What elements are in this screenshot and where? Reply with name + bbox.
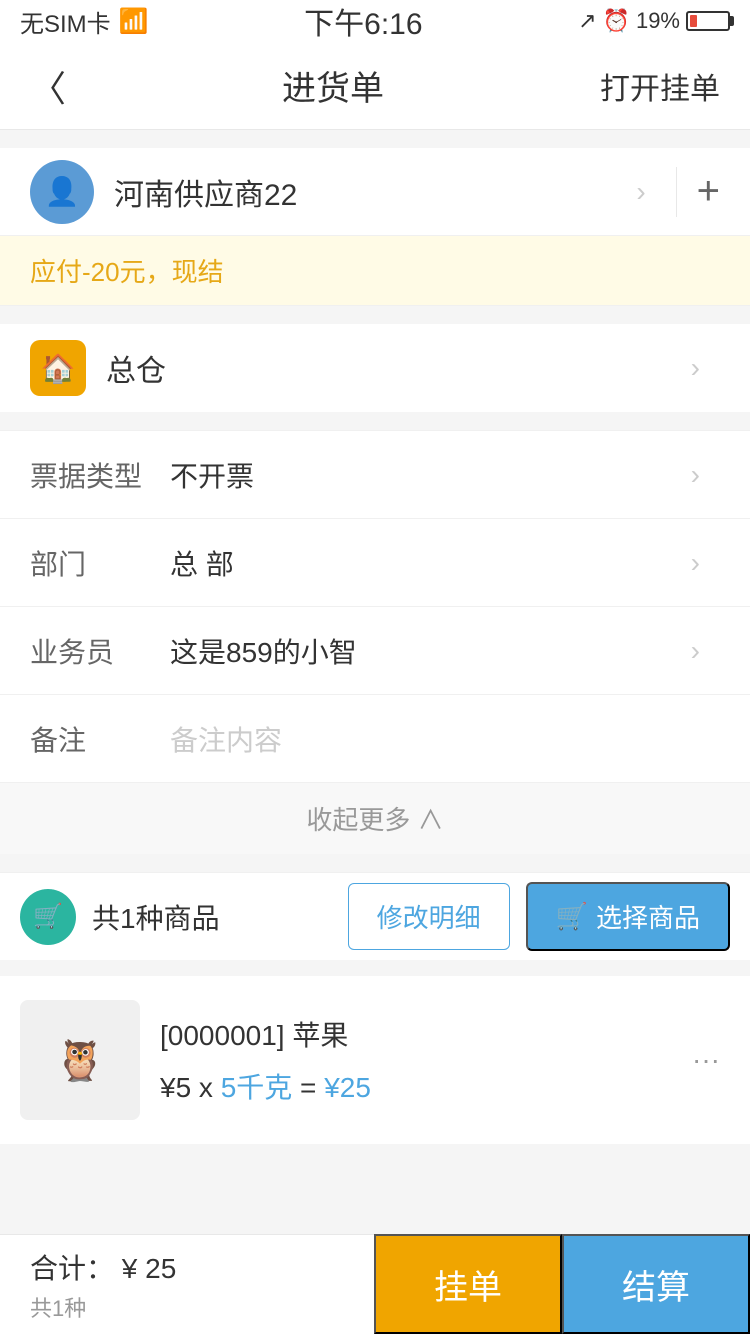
gap-1	[0, 130, 750, 148]
carrier-text: 无SIM卡	[20, 4, 111, 39]
status-bar: 无SIM卡 📶 下午6:16 ↗ ⏰ 19%	[0, 0, 750, 42]
modify-detail-button[interactable]: 修改明细	[348, 883, 510, 950]
total-amount: ¥ 25	[122, 1253, 177, 1284]
invoice-label: 票据类型	[30, 455, 170, 495]
equals-sign: =	[292, 1072, 324, 1103]
supplier-card: 👤 河南供应商22 › + 应付-20元，现结	[0, 148, 750, 306]
form-card: 票据类型 不开票 › 部门 总 部 › 业务员 这是859的小智 › 备注 备注…	[0, 430, 750, 782]
invoice-row[interactable]: 票据类型 不开票 ›	[0, 430, 750, 518]
warehouse-name: 总仓	[106, 346, 691, 390]
product-more-button[interactable]: ···	[682, 1034, 730, 1086]
battery-icon	[686, 11, 730, 31]
department-row[interactable]: 部门 总 部 ›	[0, 518, 750, 606]
product-info: [0000001] 苹果 ¥5 x 5千克 = ¥25	[160, 1014, 682, 1106]
vertical-divider	[676, 167, 677, 217]
house-icon: 🏠	[41, 352, 76, 385]
invoice-value: 不开票	[170, 455, 691, 495]
hang-button[interactable]: 挂单	[374, 1234, 562, 1334]
supplier-chevron-icon: ›	[636, 176, 645, 208]
unit-price: ¥5 x	[160, 1072, 221, 1103]
collapse-bar[interactable]: 收起更多 ∧	[0, 782, 750, 854]
product-item: 🦉 [0000001] 苹果 ¥5 x 5千克 = ¥25 ···	[0, 960, 750, 1144]
total-sub: 共1种	[30, 1291, 344, 1323]
page-title: 进货单	[282, 61, 384, 110]
warehouse-card: 🏠 总仓 ›	[0, 324, 750, 412]
department-chevron-icon: ›	[691, 547, 700, 579]
alarm-icon: ⏰	[603, 8, 630, 34]
product-thumbnail: 🦉	[20, 1000, 140, 1120]
products-icon: 🛒	[20, 889, 76, 945]
staff-label: 业务员	[30, 631, 170, 671]
gap-2	[0, 306, 750, 324]
supplier-avatar: 👤	[30, 160, 94, 224]
battery-percent: 19%	[636, 8, 680, 34]
product-price-row: ¥5 x 5千克 = ¥25	[160, 1066, 682, 1106]
owl-icon: 🦉	[55, 1037, 105, 1084]
product-name: [0000001] 苹果	[160, 1014, 682, 1054]
status-left: 无SIM卡 📶	[20, 4, 149, 39]
notice-text: 应付-20元，现结	[30, 257, 224, 287]
status-right: ↗ ⏰ 19%	[578, 8, 730, 34]
footer-total: 合计： ¥ 25 共1种	[0, 1234, 374, 1334]
notice-bar: 应付-20元，现结	[0, 236, 750, 306]
products-header: 🛒 共1种商品 修改明细 🛒 选择商品	[0, 872, 750, 960]
staff-row[interactable]: 业务员 这是859的小智 ›	[0, 606, 750, 694]
warehouse-chevron-icon: ›	[691, 352, 700, 384]
remark-label: 备注	[30, 719, 170, 759]
footer: 合计： ¥ 25 共1种 挂单 结算	[0, 1234, 750, 1334]
wifi-icon: 📶	[119, 7, 149, 36]
location-icon: ↗	[578, 8, 596, 34]
staff-chevron-icon: ›	[691, 635, 700, 667]
warehouse-row[interactable]: 🏠 总仓 ›	[0, 324, 750, 412]
gap-3	[0, 412, 750, 430]
total-label: 合计：	[30, 1253, 114, 1284]
collapse-label: 收起更多 ∧	[306, 800, 443, 837]
remark-row[interactable]: 备注 备注内容	[0, 694, 750, 782]
staff-value: 这是859的小智	[170, 631, 691, 671]
cart-icon: 🛒	[33, 902, 63, 931]
open-hang-button[interactable]: 打开挂单	[600, 64, 720, 108]
quantity: 5千克	[221, 1072, 293, 1103]
avatar-icon: 👤	[45, 175, 80, 208]
remark-input[interactable]: 备注内容	[170, 719, 720, 759]
department-value: 总 部	[170, 543, 691, 583]
select-product-icon: 🛒	[556, 901, 588, 932]
invoice-chevron-icon: ›	[691, 459, 700, 491]
supplier-row[interactable]: 👤 河南供应商22 › +	[0, 148, 750, 236]
select-product-label: 选择商品	[596, 898, 700, 935]
products-count: 共1种商品	[92, 897, 348, 937]
warehouse-icon: 🏠	[30, 340, 86, 396]
supplier-name: 河南供应商22	[114, 170, 636, 214]
settle-button[interactable]: 结算	[562, 1234, 750, 1334]
nav-bar: 〈 进货单 打开挂单	[0, 42, 750, 130]
bottom-gap	[0, 1144, 750, 1184]
total-price: ¥25	[324, 1072, 371, 1103]
total-main: 合计： ¥ 25	[30, 1247, 344, 1287]
back-button[interactable]: 〈	[30, 60, 66, 112]
product-code: [0000001] 苹果	[160, 1020, 348, 1051]
department-label: 部门	[30, 543, 170, 583]
gap-4	[0, 854, 750, 872]
select-product-button[interactable]: 🛒 选择商品	[526, 882, 730, 951]
add-supplier-button[interactable]: +	[697, 169, 720, 214]
status-time: 下午6:16	[304, 0, 422, 43]
